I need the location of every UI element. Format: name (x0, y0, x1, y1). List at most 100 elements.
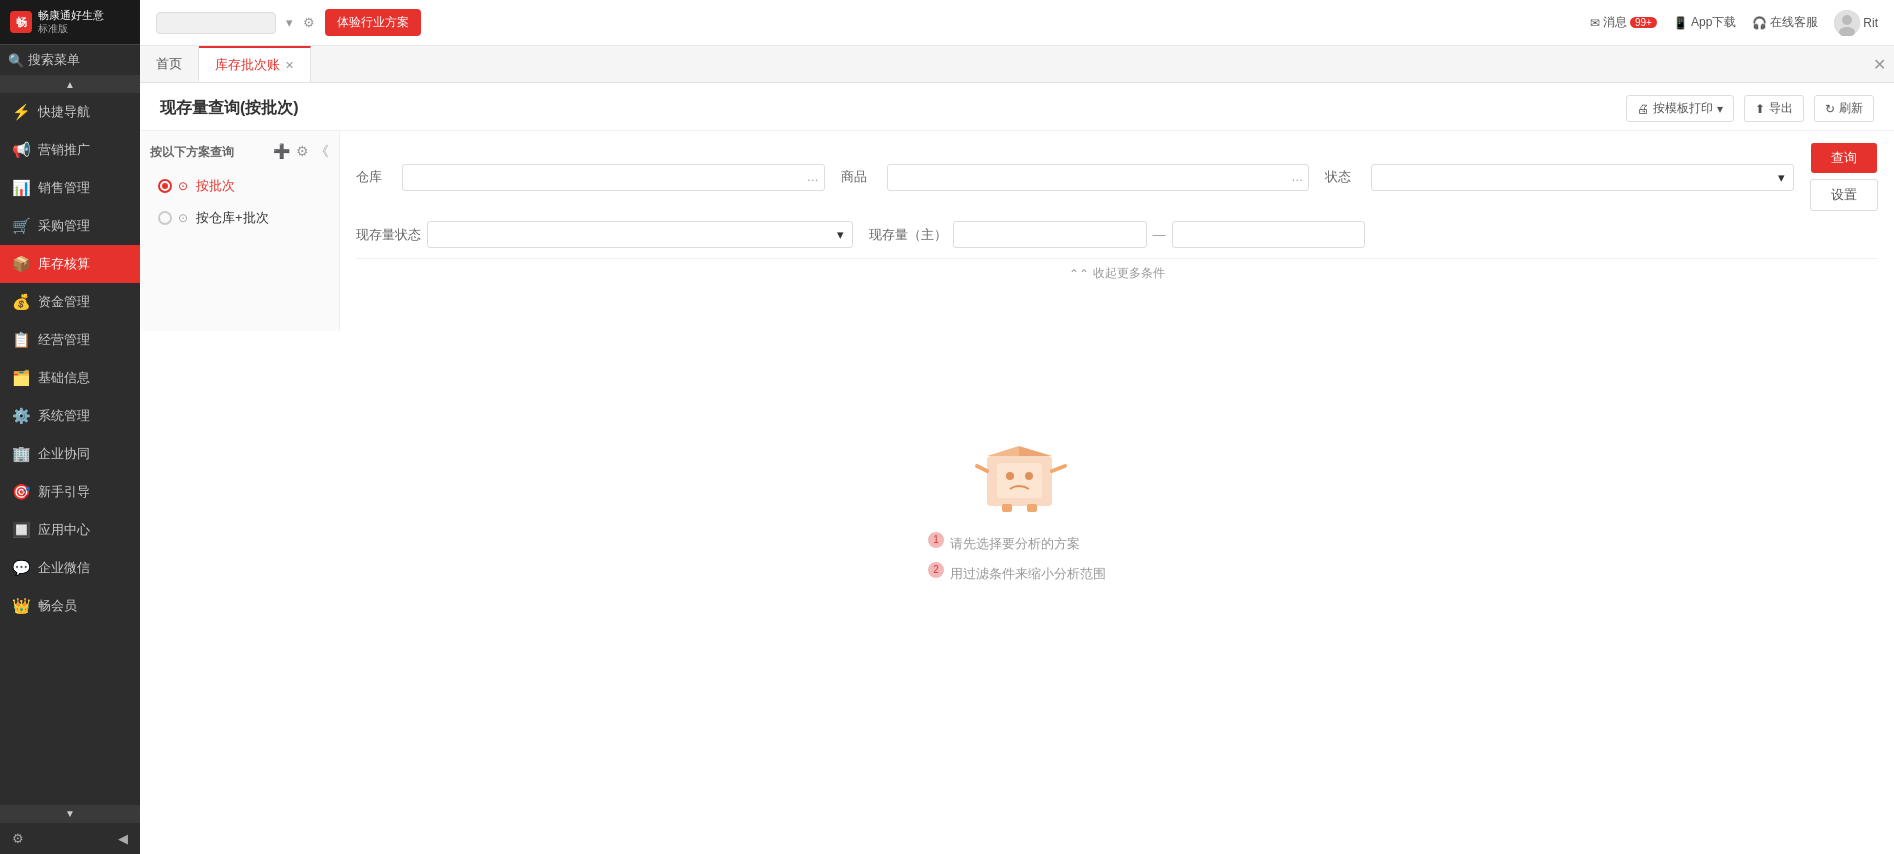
main-area: ▾ ⚙ 体验行业方案 ✉ 消息 99+ 📱 App下载 🎧 在线客服 (140, 0, 1894, 854)
filter-row-2: 现存量状态 ▾ 现存量（主） — (356, 221, 1878, 248)
svg-line-11 (977, 466, 987, 471)
tab-inventory-batch[interactable]: 库存批次账 ✕ (199, 46, 311, 82)
status-select[interactable]: ▾ (1371, 164, 1794, 191)
inventory-qty-max[interactable] (1172, 221, 1366, 248)
close-panel-icon[interactable]: ✕ (1873, 55, 1886, 74)
message-icon: ✉ (1590, 16, 1600, 30)
collapse-up-icon: ⌃⌃ (1069, 267, 1089, 281)
status-dropdown-icon: ▾ (1778, 170, 1785, 185)
warehouse-label: 仓库 (356, 168, 396, 186)
sidebar-scroll-up[interactable]: ▲ (0, 76, 140, 93)
refresh-button[interactable]: ↻ 刷新 (1814, 95, 1874, 122)
sidebar-search-menu[interactable]: 🔍 搜索菜单 (0, 45, 140, 76)
user-avatar (1834, 10, 1860, 36)
collapse-scheme-icon[interactable]: 《 (315, 143, 329, 161)
product-input[interactable] (887, 164, 1310, 191)
product-dots[interactable]: … (1291, 170, 1303, 184)
sidebar-item-guide[interactable]: 🎯 新手引导 (0, 473, 140, 511)
warehouse-input[interactable] (402, 164, 825, 191)
experience-button[interactable]: 体验行业方案 (325, 9, 421, 36)
svg-rect-9 (1002, 504, 1012, 512)
settings-scheme-icon[interactable]: ⚙ (296, 143, 309, 161)
product-label: 商品 (841, 168, 881, 186)
page-title: 现存量查询(按批次) (160, 98, 299, 119)
print-button[interactable]: 🖨 按模板打印 ▾ (1626, 95, 1734, 122)
filter-option-warehouse-batch[interactable]: ⊙ 按仓库+批次 (150, 203, 329, 233)
sidebar-scroll-down[interactable]: ▼ (0, 805, 140, 822)
user-profile[interactable]: Rit (1834, 10, 1878, 36)
member-icon: 👑 (12, 597, 30, 615)
app-download-action[interactable]: 📱 App下载 (1673, 14, 1736, 31)
enterprise-icon: 🏢 (12, 445, 30, 463)
collapse-more-button[interactable]: ⌃⌃ 收起更多条件 (356, 258, 1878, 288)
printer-icon: 🖨 (1637, 102, 1649, 116)
sidebar-header: 畅 畅康通好生意 标准版 (0, 0, 140, 45)
sidebar-item-quick-nav[interactable]: ⚡ 快捷导航 (0, 93, 140, 131)
inventory-status-field: 现存量状态 ▾ (356, 221, 853, 248)
batch-icon: ⊙ (178, 179, 188, 193)
export-icon: ⬆ (1755, 102, 1765, 116)
empty-illustration (967, 411, 1067, 511)
radio-warehouse-batch (158, 211, 172, 225)
finance-icon: 💰 (12, 293, 30, 311)
sales-icon: 📊 (12, 179, 30, 197)
phone-icon: 📱 (1673, 16, 1688, 30)
settings-button[interactable]: 设置 (1810, 179, 1878, 211)
export-button[interactable]: ⬆ 导出 (1744, 95, 1804, 122)
filter-option-batch[interactable]: ⊙ 按批次 (150, 171, 329, 201)
sidebar-item-finance[interactable]: 💰 资金管理 (0, 283, 140, 321)
sidebar-item-basic[interactable]: 🗂️ 基础信息 (0, 359, 140, 397)
service-icon: 🎧 (1752, 16, 1767, 30)
sidebar-item-enterprise[interactable]: 🏢 企业协同 (0, 435, 140, 473)
inventory-icon: 📦 (12, 255, 30, 273)
filter-scheme-panel: 按以下方案查询 ➕ ⚙ 《 ⊙ 按批次 ⊙ (140, 131, 340, 331)
warehouse-field: 仓库 … (356, 164, 825, 191)
svg-point-1 (1842, 15, 1852, 25)
settings-icon[interactable]: ⚙ (12, 831, 24, 846)
svg-rect-6 (997, 463, 1042, 498)
add-scheme-icon[interactable]: ➕ (273, 143, 290, 161)
sidebar-item-appstore[interactable]: 🔲 应用中心 (0, 511, 140, 549)
tab-close-icon[interactable]: ✕ (285, 59, 294, 72)
inventory-status-label: 现存量状态 (356, 226, 421, 244)
appstore-icon: 🔲 (12, 521, 30, 539)
sidebar-item-sales[interactable]: 📊 销售管理 (0, 169, 140, 207)
online-service-action[interactable]: 🎧 在线客服 (1752, 14, 1818, 31)
sidebar-item-operations[interactable]: 📋 经营管理 (0, 321, 140, 359)
user-name: Rit (1863, 16, 1878, 30)
filter-panel: 按以下方案查询 ➕ ⚙ 《 ⊙ 按批次 ⊙ (140, 131, 1894, 331)
sidebar-footer: ⚙ ◀ (0, 822, 140, 854)
dropdown-icon[interactable]: ▾ (286, 15, 293, 30)
tab-bar: 首页 库存批次账 ✕ ✕ (140, 46, 1894, 83)
marketing-icon: 📢 (12, 141, 30, 159)
svg-rect-10 (1027, 504, 1037, 512)
inventory-qty-label: 现存量（主） (869, 226, 947, 244)
app-version: 标准版 (38, 22, 104, 36)
top-header: ▾ ⚙ 体验行业方案 ✉ 消息 99+ 📱 App下载 🎧 在线客服 (140, 0, 1894, 46)
search-icon: 🔍 (8, 53, 24, 68)
radio-batch (158, 179, 172, 193)
messages-action[interactable]: ✉ 消息 99+ (1590, 14, 1657, 31)
settings-header-icon[interactable]: ⚙ (303, 15, 315, 30)
collapse-sidebar-icon[interactable]: ◀ (118, 831, 128, 846)
sidebar-item-system[interactable]: ⚙️ 系统管理 (0, 397, 140, 435)
query-button[interactable]: 查询 (1811, 143, 1877, 173)
quick-nav-icon: ⚡ (12, 103, 30, 121)
sidebar-item-member[interactable]: 👑 畅会员 (0, 587, 140, 625)
status-field: 状态 ▾ (1325, 164, 1794, 191)
sidebar-item-marketing[interactable]: 📢 营销推广 (0, 131, 140, 169)
sidebar-item-purchase[interactable]: 🛒 采购管理 (0, 207, 140, 245)
filter-right-panel: 仓库 … 商品 … 状态 (340, 131, 1894, 331)
inventory-status-dropdown-icon: ▾ (837, 227, 844, 242)
sidebar-item-inventory[interactable]: 📦 库存核算 (0, 245, 140, 283)
inventory-status-select[interactable]: ▾ (427, 221, 853, 248)
warehouse-batch-icon: ⊙ (178, 211, 188, 225)
search-input[interactable] (156, 12, 276, 34)
svg-marker-4 (987, 446, 1019, 456)
warehouse-dots[interactable]: … (807, 170, 819, 184)
refresh-icon: ↻ (1825, 102, 1835, 116)
inventory-qty-min[interactable] (953, 221, 1147, 248)
sidebar-item-wechat[interactable]: 💬 企业微信 (0, 549, 140, 587)
tab-home[interactable]: 首页 (140, 47, 199, 81)
status-label: 状态 (1325, 168, 1365, 186)
